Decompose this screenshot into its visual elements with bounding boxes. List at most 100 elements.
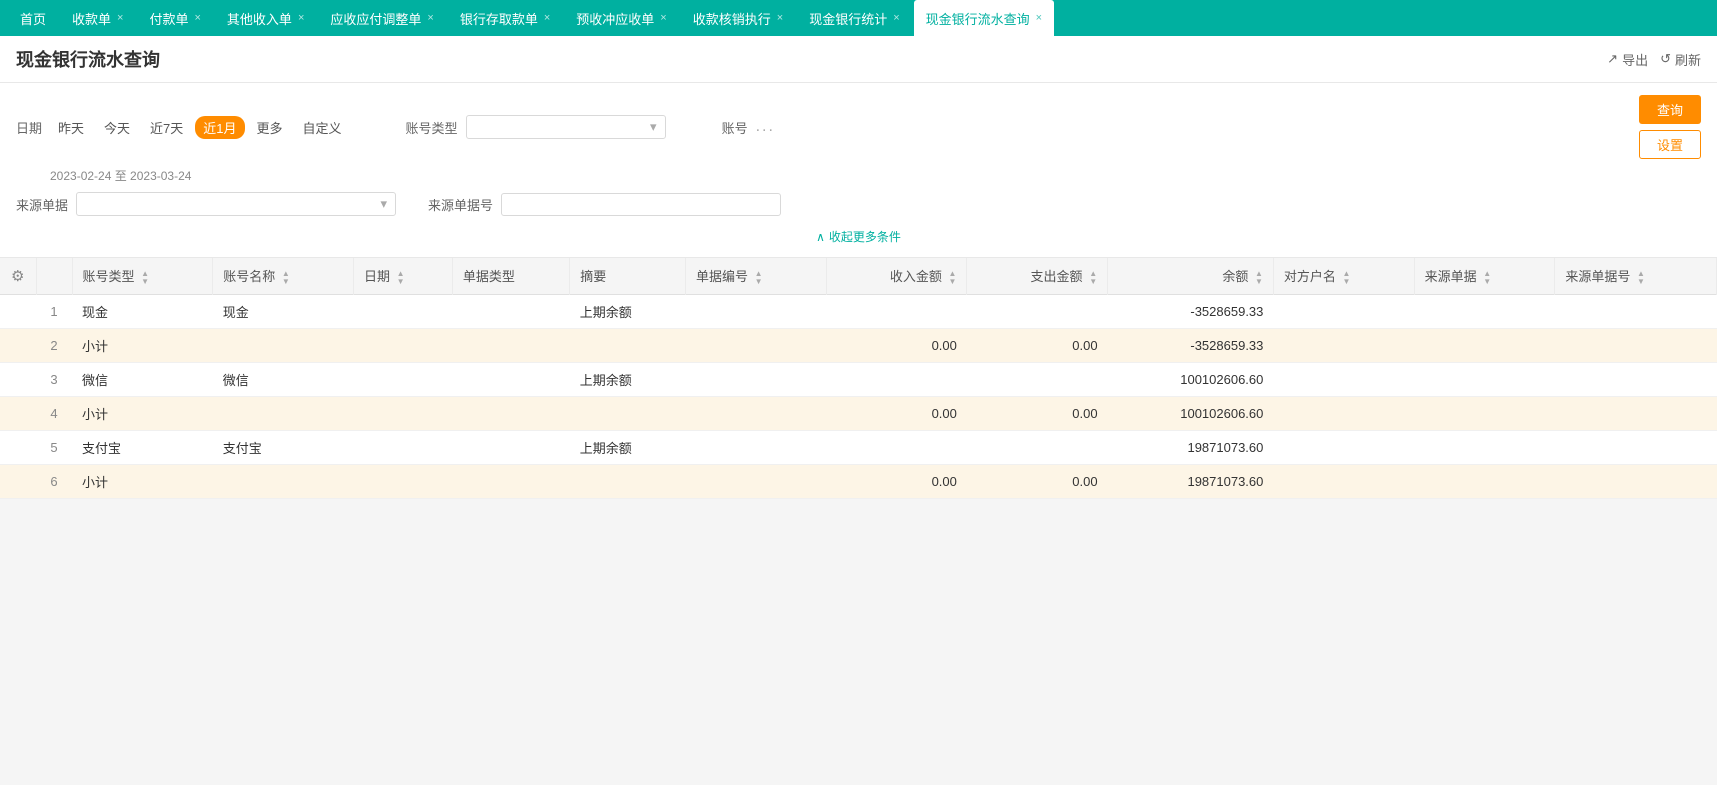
cell-doc-type (452, 328, 569, 362)
cell-doc-no (685, 396, 826, 430)
gear-icon[interactable]: ⚙ (11, 268, 24, 285)
table-row: 6小计0.000.0019871073.60 (0, 464, 1717, 498)
nav-tab-5[interactable]: 预收冲应收单 × (564, 0, 678, 36)
cell-balance: -3528659.33 (1108, 328, 1274, 362)
cell-doc-no (685, 430, 826, 464)
cell-date (353, 396, 452, 430)
close-icon[interactable]: × (427, 12, 433, 24)
cell-account-name: 微信 (213, 362, 354, 396)
close-icon[interactable]: × (893, 12, 899, 24)
col-source-doc-no[interactable]: 来源单据号 ▲▼ (1555, 258, 1717, 294)
sort-arrows-icon: ▲▼ (282, 270, 290, 286)
sort-arrows-icon: ▲▼ (1089, 270, 1097, 286)
date-opt-custom[interactable]: 自定义 (295, 116, 350, 139)
cell-account-name: 现金 (213, 294, 354, 328)
setting-button[interactable]: 设置 (1639, 130, 1701, 159)
cell-date (353, 464, 452, 498)
cell-balance: 100102606.60 (1108, 396, 1274, 430)
nav-tab-8[interactable]: 现金银行流水查询 × (914, 0, 1054, 36)
cell-date (353, 294, 452, 328)
query-button[interactable]: 查询 (1639, 95, 1701, 124)
action-buttons: 查询 设置 (1639, 95, 1701, 159)
col-gear[interactable]: ⚙ (0, 258, 36, 294)
cell-source-doc (1414, 294, 1555, 328)
col-income[interactable]: 收入金额 ▲▼ (826, 258, 967, 294)
source-doc-no-input[interactable] (501, 193, 781, 216)
collapse-bar[interactable]: ∧ 收起更多条件 (16, 224, 1701, 249)
cell-expense (967, 294, 1108, 328)
export-button[interactable]: ↗ 导出 (1607, 50, 1648, 69)
col-doc-no[interactable]: 单据编号 ▲▼ (685, 258, 826, 294)
col-account-type[interactable]: 账号类型 ▲▼ (72, 258, 213, 294)
cell-account-type: 小计 (72, 464, 213, 498)
cell-balance: 19871073.60 (1108, 464, 1274, 498)
close-icon[interactable]: × (777, 12, 783, 24)
nav-tab-2[interactable]: 其他收入单 × (215, 0, 316, 36)
cell-summary (570, 396, 686, 430)
filter-row-1: 日期 昨天 今天 近7天 近1月 更多 自定义 账号类型 ▾ 账号 ... (16, 95, 1701, 159)
date-opt-yesterday[interactable]: 昨天 (50, 116, 92, 139)
cell-source-doc (1414, 396, 1555, 430)
refresh-button[interactable]: ↺ 刷新 (1660, 50, 1701, 69)
cell-doc-no (685, 294, 826, 328)
header-actions: ↗ 导出 ↺ 刷新 (1607, 50, 1701, 69)
cell-source-doc (1414, 362, 1555, 396)
date-opt-7days[interactable]: 近7天 (142, 116, 191, 139)
date-range-display: 2023-02-24 至 2023-03-24 (46, 167, 1701, 184)
close-icon[interactable]: × (544, 12, 550, 24)
col-balance[interactable]: 余额 ▲▼ (1108, 258, 1274, 294)
close-icon[interactable]: × (117, 12, 123, 24)
cell-income (826, 430, 967, 464)
col-expense[interactable]: 支出金额 ▲▼ (967, 258, 1108, 294)
sort-arrows-icon: ▲▼ (141, 270, 149, 286)
nav-tab-1[interactable]: 付款单 × (137, 0, 212, 36)
close-icon[interactable]: × (660, 12, 666, 24)
cell-account-name (213, 328, 354, 362)
nav-tab-7[interactable]: 现金银行统计 × (797, 0, 911, 36)
col-source-doc[interactable]: 来源单据 ▲▼ (1414, 258, 1555, 294)
source-doc-filter-group: 来源单据 ▾ (16, 192, 396, 216)
account-type-select[interactable]: ▾ (466, 115, 666, 139)
nav-tab-4[interactable]: 银行存取款单 × (448, 0, 562, 36)
cell-doc-no (685, 362, 826, 396)
cell-date (353, 328, 452, 362)
nav-tab-6[interactable]: 收款核销执行 × (681, 0, 795, 36)
source-doc-select[interactable]: ▾ (76, 192, 396, 216)
cell-doc-type (452, 362, 569, 396)
cell-balance: 100102606.60 (1108, 362, 1274, 396)
date-opt-1month[interactable]: 近1月 (195, 116, 244, 139)
filter-area: 日期 昨天 今天 近7天 近1月 更多 自定义 账号类型 ▾ 账号 ... (0, 83, 1717, 258)
cell-source-doc (1414, 464, 1555, 498)
cell-account-name (213, 396, 354, 430)
cell-income: 0.00 (826, 396, 967, 430)
collapse-up-icon: ∧ (816, 230, 825, 244)
table-header-row: ⚙ 账号类型 ▲▼ 账号名称 ▲▼ 日期 ▲▼ 单据类型 (0, 258, 1717, 294)
table-body: 1现金现金上期余额-3528659.332小计0.000.00-3528659.… (0, 294, 1717, 498)
nav-home[interactable]: 首页 (8, 9, 58, 28)
cell-gear (0, 464, 36, 498)
cell-gear (0, 362, 36, 396)
nav-tab-0[interactable]: 收款单 × (60, 0, 135, 36)
cell-source-doc (1414, 328, 1555, 362)
date-opt-more[interactable]: 更多 (249, 116, 291, 139)
close-icon[interactable]: × (194, 12, 200, 24)
nav-tab-3[interactable]: 应收应付调整单 × (318, 0, 445, 36)
close-icon[interactable]: × (298, 12, 304, 24)
cell-gear (0, 294, 36, 328)
cell-income: 0.00 (826, 328, 967, 362)
account-label: 账号 (722, 118, 748, 137)
cell-summary: 上期余额 (570, 362, 686, 396)
cell-doc-no (685, 464, 826, 498)
col-date[interactable]: 日期 ▲▼ (353, 258, 452, 294)
date-opt-today[interactable]: 今天 (96, 116, 138, 139)
close-icon[interactable]: × (1036, 12, 1042, 24)
page-title: 现金银行流水查询 (16, 46, 160, 72)
cell-source-doc-no (1555, 294, 1717, 328)
cell-counterpart (1273, 430, 1414, 464)
cell-counterpart (1273, 328, 1414, 362)
cell-doc-type (452, 430, 569, 464)
col-account-name[interactable]: 账号名称 ▲▼ (213, 258, 354, 294)
account-dots-button[interactable]: ... (756, 118, 775, 136)
cell-idx: 1 (36, 294, 72, 328)
col-counterpart[interactable]: 对方户名 ▲▼ (1273, 258, 1414, 294)
